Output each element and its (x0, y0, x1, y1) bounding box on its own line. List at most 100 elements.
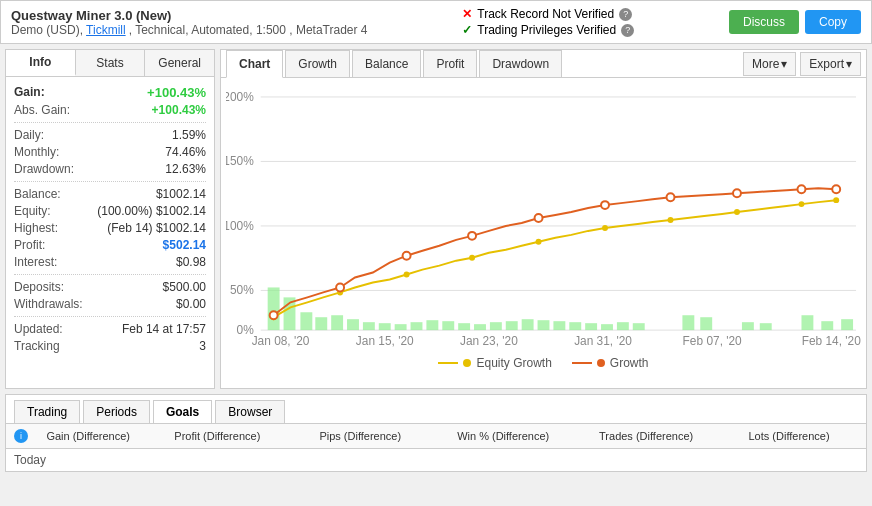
equity-pct: (100.00%) (97, 204, 152, 218)
svg-rect-19 (315, 317, 327, 330)
svg-text:Jan 15, '20: Jan 15, '20 (356, 334, 414, 348)
trading-privileges-row: ✓ Trading Privileges Verified ? (462, 23, 634, 37)
svg-point-63 (667, 193, 675, 201)
svg-rect-18 (300, 312, 312, 330)
table-info-icon[interactable]: i (14, 429, 28, 443)
legend-equity: Equity Growth (438, 356, 551, 370)
balance-label: Balance: (14, 187, 61, 201)
svg-point-50 (469, 255, 475, 261)
svg-point-53 (668, 217, 674, 223)
svg-rect-45 (821, 321, 833, 330)
profit-value: $502.14 (163, 238, 206, 252)
chart-tab-profit[interactable]: Profit (423, 50, 477, 77)
tab-stats[interactable]: Stats (76, 50, 146, 76)
chart-tab-balance[interactable]: Balance (352, 50, 421, 77)
svg-rect-33 (538, 320, 550, 330)
page-title: Questway Miner 3.0 (New) (11, 8, 368, 23)
interest-value: $0.98 (176, 255, 206, 269)
svg-rect-30 (490, 322, 502, 330)
tracking-label: Tracking (14, 339, 60, 353)
more-button[interactable]: More ▾ (743, 52, 796, 76)
deposits-row: Deposits: $500.00 (14, 280, 206, 294)
today-row: Today (6, 449, 866, 471)
svg-rect-37 (601, 324, 613, 330)
divider-2 (14, 181, 206, 182)
svg-rect-34 (553, 321, 565, 330)
abs-gain-label: Abs. Gain: (14, 103, 70, 117)
svg-rect-39 (633, 323, 645, 330)
left-tabs-bar: Info Stats General (6, 50, 214, 77)
profit-row: Profit: $502.14 (14, 238, 206, 252)
gain-value: +100.43% (147, 85, 206, 100)
bottom-section: Trading Periods Goals Browser i Gain (Di… (5, 394, 867, 472)
svg-text:100%: 100% (226, 219, 254, 233)
svg-text:200%: 200% (226, 90, 254, 104)
discuss-button[interactable]: Discuss (729, 10, 799, 34)
export-chevron-icon: ▾ (846, 57, 852, 71)
equity-line-icon (438, 362, 458, 364)
svg-rect-16 (268, 287, 280, 330)
svg-rect-31 (506, 321, 518, 330)
bottom-tab-goals[interactable]: Goals (153, 400, 212, 423)
profit-label: Profit: (14, 238, 45, 252)
drawdown-row: Drawdown: 12.63% (14, 162, 206, 176)
growth-line-icon (572, 362, 592, 364)
svg-point-60 (468, 232, 476, 240)
col-gain: Gain (Difference) (33, 430, 143, 442)
growth-dot-icon (597, 359, 605, 367)
tab-info[interactable]: Info (6, 50, 76, 76)
balance-row: Balance: $1002.14 (14, 187, 206, 201)
svg-point-49 (404, 272, 410, 278)
highest-amount: $1002.14 (156, 221, 206, 235)
svg-rect-21 (347, 319, 359, 330)
more-chevron-icon: ▾ (781, 57, 787, 71)
copy-button[interactable]: Copy (805, 10, 861, 34)
subtitle-prefix: Demo (USD), (11, 23, 83, 37)
bottom-tab-periods[interactable]: Periods (83, 400, 150, 423)
divider-3 (14, 274, 206, 275)
verification-status: ✕ Track Record Not Verified ? ✓ Trading … (462, 7, 634, 37)
highest-label: Highest: (14, 221, 58, 235)
col-lots: Lots (Difference) (720, 430, 858, 442)
svg-rect-24 (395, 324, 407, 330)
svg-rect-29 (474, 324, 486, 330)
svg-point-64 (733, 189, 741, 197)
export-button[interactable]: Export ▾ (800, 52, 861, 76)
svg-rect-22 (363, 322, 375, 330)
svg-rect-20 (331, 315, 343, 330)
svg-rect-26 (426, 320, 438, 330)
svg-point-56 (833, 197, 839, 203)
growth-legend-label: Growth (610, 356, 649, 370)
daily-row: Daily: 1.59% (14, 128, 206, 142)
withdrawals-row: Withdrawals: $0.00 (14, 297, 206, 311)
trading-privileges-label: Trading Privileges Verified (477, 23, 616, 37)
equity-amount: $1002.14 (156, 204, 206, 218)
col-pips: Pips (Difference) (291, 430, 429, 442)
bottom-tab-browser[interactable]: Browser (215, 400, 285, 423)
svg-text:Jan 31, '20: Jan 31, '20 (574, 334, 632, 348)
svg-rect-32 (522, 319, 534, 330)
bottom-table-header: i Gain (Difference) Profit (Difference) … (6, 424, 866, 449)
svg-rect-44 (801, 315, 813, 330)
track-record-info-icon[interactable]: ? (619, 8, 632, 21)
svg-rect-46 (841, 319, 853, 330)
bottom-tab-trading[interactable]: Trading (14, 400, 80, 423)
tab-general[interactable]: General (145, 50, 214, 76)
drawdown-label: Drawdown: (14, 162, 74, 176)
svg-rect-36 (585, 323, 597, 330)
daily-label: Daily: (14, 128, 44, 142)
svg-point-54 (734, 209, 740, 215)
withdrawals-value: $0.00 (176, 297, 206, 311)
interest-row: Interest: $0.98 (14, 255, 206, 269)
svg-text:50%: 50% (230, 283, 254, 297)
chart-tab-chart[interactable]: Chart (226, 50, 283, 78)
trading-privileges-info-icon[interactable]: ? (621, 24, 634, 37)
info-content: Gain: +100.43% Abs. Gain: +100.43% Daily… (6, 77, 214, 364)
chart-tab-growth[interactable]: Growth (285, 50, 350, 77)
svg-rect-23 (379, 323, 391, 330)
updated-label: Updated: (14, 322, 63, 336)
chart-tab-drawdown[interactable]: Drawdown (479, 50, 562, 77)
svg-point-51 (536, 239, 542, 245)
tickmill-link[interactable]: Tickmill (86, 23, 126, 37)
monthly-label: Monthly: (14, 145, 59, 159)
